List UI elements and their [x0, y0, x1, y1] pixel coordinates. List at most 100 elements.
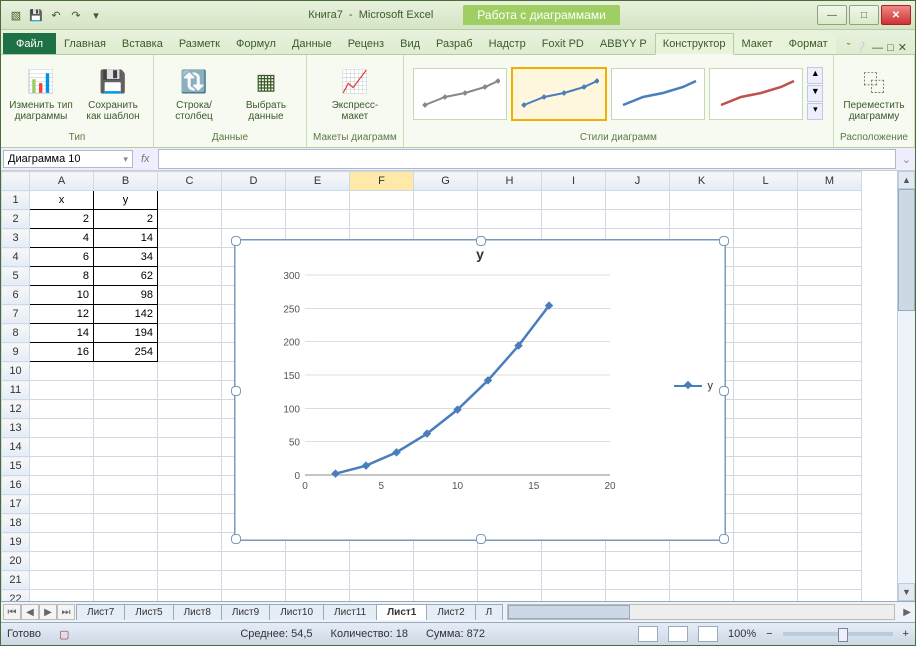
- fx-icon[interactable]: fx: [135, 153, 156, 165]
- cell[interactable]: [798, 324, 862, 343]
- col-header[interactable]: D: [222, 172, 286, 191]
- cell[interactable]: 6: [30, 248, 94, 267]
- chart-style-2[interactable]: [511, 67, 607, 121]
- cell[interactable]: 10: [30, 286, 94, 305]
- cell[interactable]: 254: [94, 343, 158, 362]
- cell[interactable]: [798, 191, 862, 210]
- col-header[interactable]: I: [542, 172, 606, 191]
- cell[interactable]: [734, 514, 798, 533]
- cell[interactable]: [94, 400, 158, 419]
- row-header[interactable]: 13: [2, 419, 30, 438]
- cell[interactable]: [158, 381, 222, 400]
- cell[interactable]: [350, 571, 414, 590]
- cell[interactable]: [350, 552, 414, 571]
- cell[interactable]: [286, 552, 350, 571]
- sheet-tab[interactable]: Л: [475, 604, 504, 620]
- col-header[interactable]: E: [286, 172, 350, 191]
- zoom-level[interactable]: 100%: [728, 628, 756, 640]
- cell[interactable]: [542, 571, 606, 590]
- tab-data[interactable]: Данные: [284, 33, 340, 54]
- view-layout-button[interactable]: [668, 626, 688, 642]
- cell[interactable]: [414, 571, 478, 590]
- chart-style-4[interactable]: [709, 68, 803, 120]
- cell[interactable]: [30, 400, 94, 419]
- cell[interactable]: [670, 191, 734, 210]
- cell[interactable]: [30, 514, 94, 533]
- cell[interactable]: [30, 571, 94, 590]
- scroll-up-button[interactable]: ▲: [898, 171, 915, 189]
- col-header[interactable]: L: [734, 172, 798, 191]
- sheet-nav-first[interactable]: ⏮: [3, 604, 21, 620]
- cell[interactable]: [94, 533, 158, 552]
- cell[interactable]: [158, 286, 222, 305]
- cell[interactable]: [798, 229, 862, 248]
- change-chart-type-button[interactable]: 📊 Изменить тип диаграммы: [7, 64, 75, 124]
- cell[interactable]: [734, 267, 798, 286]
- sheet-tab[interactable]: Лист1: [376, 604, 427, 620]
- cell[interactable]: [158, 514, 222, 533]
- cell[interactable]: [94, 571, 158, 590]
- cell[interactable]: [798, 438, 862, 457]
- col-header[interactable]: B: [94, 172, 158, 191]
- vertical-scrollbar[interactable]: ▲ ▼: [897, 171, 915, 601]
- chart-style-3[interactable]: [611, 68, 705, 120]
- col-header[interactable]: J: [606, 172, 670, 191]
- cell[interactable]: [734, 229, 798, 248]
- cell[interactable]: y: [94, 191, 158, 210]
- quick-layout-button[interactable]: 📈 Экспресс-макет: [321, 64, 389, 124]
- tab-file[interactable]: Файл: [3, 33, 56, 54]
- cell[interactable]: [94, 514, 158, 533]
- cell[interactable]: [158, 343, 222, 362]
- cell[interactable]: [158, 400, 222, 419]
- cell[interactable]: 12: [30, 305, 94, 324]
- horizontal-scrollbar[interactable]: [507, 604, 895, 620]
- cell[interactable]: [350, 191, 414, 210]
- cell[interactable]: [158, 210, 222, 229]
- cell[interactable]: [478, 210, 542, 229]
- row-header[interactable]: 2: [2, 210, 30, 229]
- cell[interactable]: [158, 457, 222, 476]
- cell[interactable]: [414, 590, 478, 602]
- styles-scroll-down[interactable]: ▼: [807, 85, 823, 102]
- row-header[interactable]: 10: [2, 362, 30, 381]
- cell[interactable]: [30, 552, 94, 571]
- cell[interactable]: 98: [94, 286, 158, 305]
- cell[interactable]: [94, 381, 158, 400]
- cell[interactable]: [542, 590, 606, 602]
- cell[interactable]: [94, 438, 158, 457]
- cell[interactable]: [606, 210, 670, 229]
- row-header[interactable]: 16: [2, 476, 30, 495]
- cell[interactable]: [542, 552, 606, 571]
- cell[interactable]: [94, 457, 158, 476]
- cell[interactable]: [798, 362, 862, 381]
- cell[interactable]: [606, 191, 670, 210]
- cell[interactable]: [30, 419, 94, 438]
- cell[interactable]: [734, 590, 798, 602]
- col-header[interactable]: F: [350, 172, 414, 191]
- cell[interactable]: [158, 590, 222, 602]
- zoom-in-button[interactable]: +: [903, 628, 909, 640]
- row-header[interactable]: 21: [2, 571, 30, 590]
- cell[interactable]: [414, 191, 478, 210]
- cell[interactable]: [798, 305, 862, 324]
- cell[interactable]: 16: [30, 343, 94, 362]
- row-header[interactable]: 20: [2, 552, 30, 571]
- cell[interactable]: [30, 476, 94, 495]
- cell[interactable]: [158, 267, 222, 286]
- cell[interactable]: [158, 324, 222, 343]
- row-header[interactable]: 1: [2, 191, 30, 210]
- cell[interactable]: [478, 552, 542, 571]
- cell[interactable]: [30, 533, 94, 552]
- cell[interactable]: [798, 267, 862, 286]
- cell[interactable]: [734, 343, 798, 362]
- cell[interactable]: [798, 457, 862, 476]
- cell[interactable]: [798, 286, 862, 305]
- row-header[interactable]: 7: [2, 305, 30, 324]
- cell[interactable]: [158, 248, 222, 267]
- row-header[interactable]: 8: [2, 324, 30, 343]
- cell[interactable]: [158, 571, 222, 590]
- cell[interactable]: 62: [94, 267, 158, 286]
- select-data-button[interactable]: ▦ Выбрать данные: [232, 64, 300, 124]
- cell[interactable]: [158, 495, 222, 514]
- cell[interactable]: [30, 362, 94, 381]
